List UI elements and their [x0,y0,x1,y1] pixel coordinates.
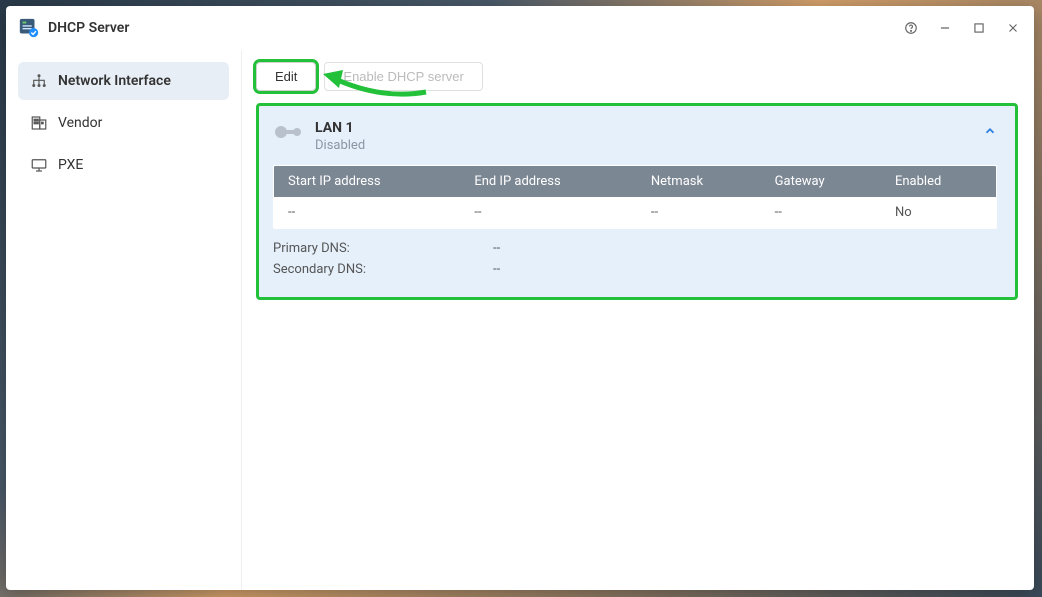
interface-toggle-icon [273,122,305,142]
address-range-table: Start IP address End IP address Netmask … [273,165,997,229]
sidebar-item-label: PXE [58,157,83,173]
cell-gateway: -- [761,197,881,229]
panel-header: LAN 1 Disabled [273,120,997,153]
secondary-dns-value: -- [493,262,500,277]
col-end-ip: End IP address [460,166,637,198]
window-controls [902,19,1022,37]
vendor-icon [30,114,48,132]
pxe-icon [30,156,48,174]
interface-status: Disabled [315,138,983,153]
titlebar: DHCP Server [6,6,1034,50]
primary-dns-value: -- [493,241,500,256]
main-area: Edit Enable DHCP server LAN 1 Disabled [242,50,1034,590]
network-interface-icon [30,72,48,90]
interface-panel[interactable]: LAN 1 Disabled Start IP address End IP a… [256,103,1018,300]
sidebar-item-label: Vendor [58,115,102,131]
sidebar: Network Interface Vendor PXE [6,50,242,590]
maximize-icon[interactable] [970,19,988,37]
close-icon[interactable] [1004,19,1022,37]
sidebar-item-pxe[interactable]: PXE [18,146,229,184]
col-gateway: Gateway [761,166,881,198]
window-title: DHCP Server [48,20,902,36]
edit-button[interactable]: Edit [256,62,316,91]
enable-dhcp-button: Enable DHCP server [324,62,482,91]
content: Network Interface Vendor PXE Edit Enable… [6,50,1034,590]
help-icon[interactable] [902,19,920,37]
table-row[interactable]: -- -- -- -- No [274,197,997,229]
toolbar: Edit Enable DHCP server [256,62,1018,91]
minimize-icon[interactable] [936,19,954,37]
interface-name: LAN 1 [315,120,983,136]
cell-netmask: -- [637,197,761,229]
table-header-row: Start IP address End IP address Netmask … [274,166,997,198]
secondary-dns-label: Secondary DNS: [273,262,493,277]
col-enabled: Enabled [881,166,997,198]
col-start-ip: Start IP address [274,166,461,198]
app-icon [18,17,40,39]
app-window: DHCP Server Network Interface Vendor [6,6,1034,590]
sidebar-item-label: Network Interface [58,73,171,89]
cell-end-ip: -- [460,197,637,229]
chevron-up-icon[interactable] [983,124,997,138]
primary-dns-label: Primary DNS: [273,241,493,256]
sidebar-item-vendor[interactable]: Vendor [18,104,229,142]
dns-info: Primary DNS: -- Secondary DNS: -- [273,241,997,277]
col-netmask: Netmask [637,166,761,198]
cell-start-ip: -- [274,197,461,229]
cell-enabled: No [881,197,997,229]
sidebar-item-network-interface[interactable]: Network Interface [18,62,229,100]
